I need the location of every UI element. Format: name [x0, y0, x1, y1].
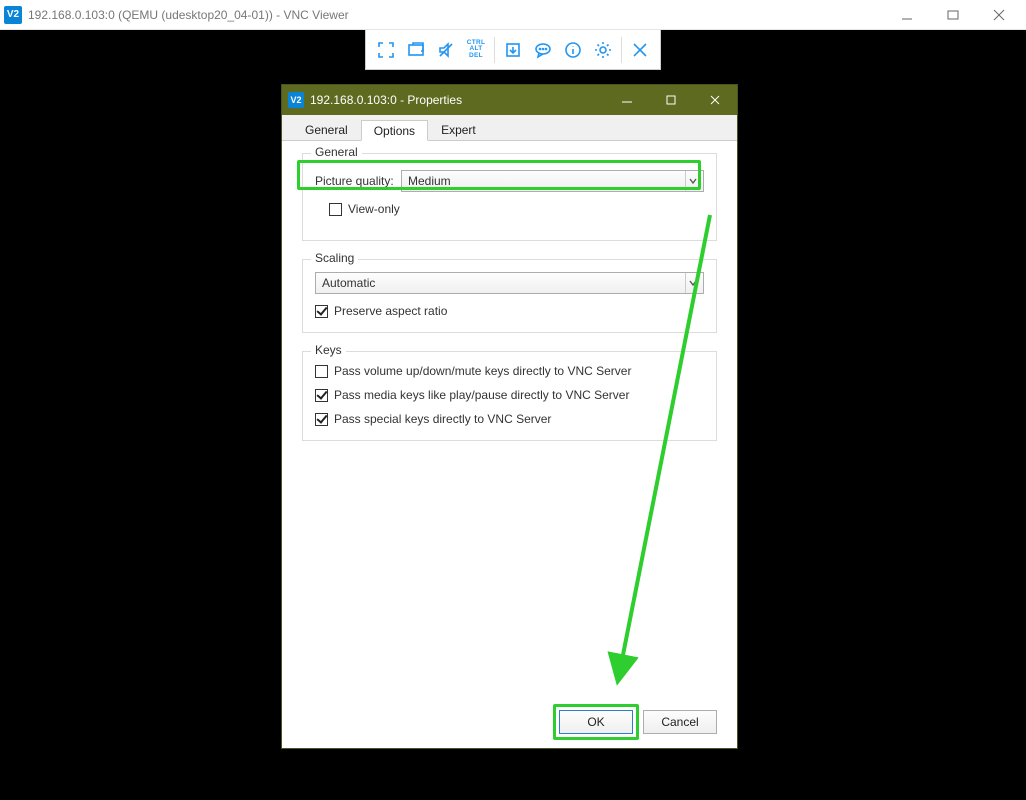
properties-dialog: V2 192.168.0.103:0 - Properties General …	[281, 84, 738, 749]
group-keys: Keys Pass volume up/down/mute keys direc…	[302, 351, 717, 441]
window-mode-icon[interactable]	[402, 36, 430, 64]
picture-quality-label: Picture quality:	[315, 174, 395, 188]
dialog-minimize-button[interactable]	[605, 85, 649, 115]
group-keys-legend: Keys	[311, 343, 346, 357]
picture-quality-combo[interactable]: Medium	[401, 170, 704, 192]
dialog-title: 192.168.0.103:0 - Properties	[310, 93, 462, 107]
dialog-footer: OK Cancel	[559, 710, 717, 734]
mute-icon[interactable]	[432, 36, 460, 64]
pass-volume-label: Pass volume up/down/mute keys directly t…	[334, 364, 631, 378]
group-scaling: Scaling Automatic Preserve aspect ratio	[302, 259, 717, 333]
dialog-titlebar[interactable]: V2 192.168.0.103:0 - Properties	[282, 85, 737, 115]
close-session-icon[interactable]	[626, 36, 654, 64]
pass-media-checkbox[interactable]	[315, 389, 328, 402]
dialog-tabbar: General Options Expert	[282, 115, 737, 141]
ctrl-alt-del-icon[interactable]: CTRLALTDEL	[462, 36, 490, 64]
outer-window-title: 192.168.0.103:0 (QEMU (udesktop20_04-01)…	[28, 8, 349, 22]
pass-volume-checkbox[interactable]	[315, 365, 328, 378]
view-only-label: View-only	[348, 202, 400, 216]
group-general: General Picture quality: Medium View-onl…	[302, 153, 717, 241]
chat-icon[interactable]	[529, 36, 557, 64]
file-transfer-icon[interactable]	[499, 36, 527, 64]
dialog-body: General Picture quality: Medium View-onl…	[282, 141, 737, 441]
outer-window-controls	[884, 0, 1022, 30]
scaling-combo[interactable]: Automatic	[315, 272, 704, 294]
gear-icon[interactable]	[589, 36, 617, 64]
toolbar-separator	[621, 37, 622, 63]
group-scaling-legend: Scaling	[311, 251, 358, 265]
preserve-aspect-checkbox[interactable]	[315, 305, 328, 318]
vnc-canvas[interactable]: CTRLALTDEL V2 192.168.0.103:0 - Properti…	[0, 30, 1026, 800]
fullscreen-icon[interactable]	[372, 36, 400, 64]
ok-button[interactable]: OK	[559, 710, 633, 734]
toolbar-separator	[494, 37, 495, 63]
close-button[interactable]	[976, 0, 1022, 30]
group-general-legend: General	[311, 145, 362, 159]
pass-special-label: Pass special keys directly to VNC Server	[334, 412, 551, 426]
chevron-down-icon	[685, 171, 699, 191]
cancel-button[interactable]: Cancel	[643, 710, 717, 734]
outer-window-titlebar: V2 192.168.0.103:0 (QEMU (udesktop20_04-…	[0, 0, 1026, 30]
preserve-aspect-label: Preserve aspect ratio	[334, 304, 447, 318]
minimize-button[interactable]	[884, 0, 930, 30]
vnc-session-toolbar: CTRLALTDEL	[365, 30, 661, 70]
maximize-button[interactable]	[930, 0, 976, 30]
tab-general[interactable]: General	[292, 119, 361, 140]
view-only-checkbox[interactable]	[329, 203, 342, 216]
info-icon[interactable]	[559, 36, 587, 64]
dialog-close-button[interactable]	[693, 85, 737, 115]
vnc-viewer-icon: V2	[4, 6, 22, 24]
scaling-value: Automatic	[322, 276, 375, 290]
pass-special-checkbox[interactable]	[315, 413, 328, 426]
dialog-maximize-button[interactable]	[649, 85, 693, 115]
pass-media-label: Pass media keys like play/pause directly…	[334, 388, 629, 402]
picture-quality-value: Medium	[408, 174, 451, 188]
chevron-down-icon	[685, 273, 699, 293]
vnc-viewer-icon: V2	[288, 92, 304, 108]
tab-options[interactable]: Options	[361, 120, 428, 141]
tab-expert[interactable]: Expert	[428, 119, 489, 140]
